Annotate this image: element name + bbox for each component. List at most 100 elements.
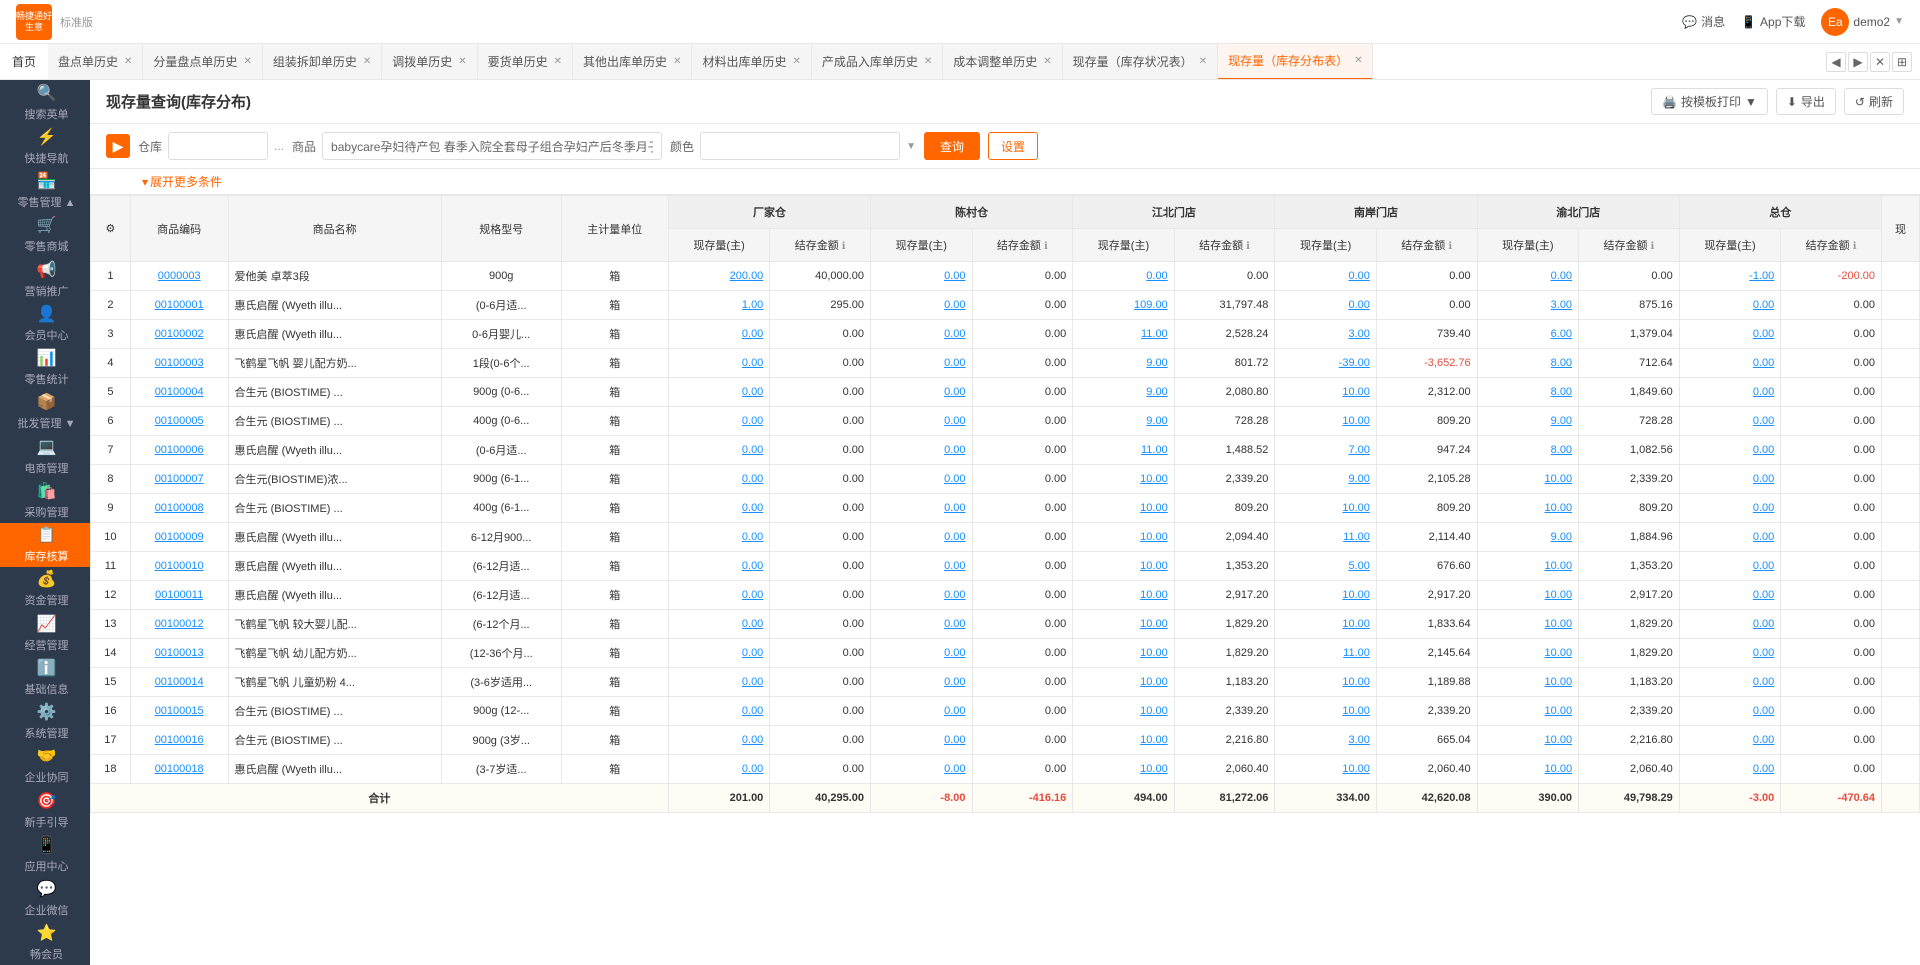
row-yb-qty[interactable]: 10.00 [1477,668,1578,697]
row-code[interactable]: 00100016 [130,726,228,755]
row-cc-qty[interactable]: 0.00 [871,378,972,407]
row-total-qty[interactable]: 0.00 [1679,407,1780,436]
tab-expand-btn[interactable]: ⊞ [1892,52,1912,72]
row-jb-qty[interactable]: 10.00 [1073,755,1174,784]
tab-close-xiancun-fen[interactable]: ✕ [1354,55,1362,66]
row-jb-qty[interactable]: 0.00 [1073,262,1174,291]
tab-pangdian[interactable]: 盘点单历史 ✕ [48,44,143,80]
row-code[interactable]: 00100013 [130,639,228,668]
row-jb-qty[interactable]: 11.00 [1073,436,1174,465]
row-jb-qty[interactable]: 9.00 [1073,378,1174,407]
row-jb-qty[interactable]: 10.00 [1073,697,1174,726]
row-cf-qty[interactable]: 0.00 [668,465,769,494]
row-cf-qty[interactable]: 0.00 [668,697,769,726]
row-yb-qty[interactable]: 8.00 [1477,378,1578,407]
sidebar-item-marketing[interactable]: 📢 营销推广 [0,257,90,301]
tab-close-chenben[interactable]: ✕ [1043,56,1051,67]
row-cc-qty[interactable]: 0.00 [871,726,972,755]
tab-close-qitachu[interactable]: ✕ [673,56,681,67]
sidebar-item-operations[interactable]: 📈 经营管理 [0,611,90,655]
row-na-qty[interactable]: 9.00 [1275,465,1376,494]
row-na-qty[interactable]: 3.00 [1275,726,1376,755]
color-input[interactable] [700,132,900,160]
row-cc-qty[interactable]: 0.00 [871,639,972,668]
row-yb-qty[interactable]: 10.00 [1477,697,1578,726]
row-cc-qty[interactable]: 0.00 [871,755,972,784]
row-yb-qty[interactable]: 9.00 [1477,407,1578,436]
row-na-qty[interactable]: 10.00 [1275,378,1376,407]
row-total-qty[interactable]: 0.00 [1679,697,1780,726]
row-cc-qty[interactable]: 0.00 [871,697,972,726]
row-cc-qty[interactable]: 0.00 [871,523,972,552]
row-cf-qty[interactable]: 0.00 [668,726,769,755]
tab-close-fenpan[interactable]: ✕ [243,56,251,67]
row-code[interactable]: 00100015 [130,697,228,726]
row-cf-qty[interactable]: 0.00 [668,494,769,523]
row-cf-qty[interactable]: 0.00 [668,610,769,639]
sidebar-item-vip[interactable]: ⭐ 畅会员 [0,921,90,965]
sidebar-item-system[interactable]: ⚙️ 系统管理 [0,700,90,744]
tab-close-pangdian[interactable]: ✕ [124,56,132,67]
sidebar-item-retail-mall[interactable]: 🛒 零售商城 [0,213,90,257]
sidebar-item-apps[interactable]: 📱 应用中心 [0,832,90,876]
row-cf-qty[interactable]: 0.00 [668,581,769,610]
messages-btn[interactable]: 💬 消息 [1682,13,1725,30]
row-total-qty[interactable]: 0.00 [1679,610,1780,639]
tab-close-diaob[interactable]: ✕ [458,56,466,67]
row-total-qty[interactable]: 0.00 [1679,465,1780,494]
row-cc-qty[interactable]: 0.00 [871,494,972,523]
row-yb-qty[interactable]: 6.00 [1477,320,1578,349]
row-yb-qty[interactable]: 10.00 [1477,726,1578,755]
row-yb-qty[interactable]: 9.00 [1477,523,1578,552]
row-code[interactable]: 0000003 [130,262,228,291]
row-code[interactable]: 00100008 [130,494,228,523]
row-jb-qty[interactable]: 10.00 [1073,639,1174,668]
tab-cailiao[interactable]: 材料出库单历史 ✕ [692,44,811,80]
row-cf-qty[interactable]: 0.00 [668,668,769,697]
cc-amt-info-icon[interactable]: ℹ [1044,241,1048,252]
sidebar-item-finance[interactable]: 💰 资金管理 [0,567,90,611]
row-cf-qty[interactable]: 0.00 [668,436,769,465]
sidebar-item-quicknav[interactable]: ⚡ 快捷导航 [0,124,90,168]
row-jb-qty[interactable]: 10.00 [1073,494,1174,523]
row-na-qty[interactable]: 10.00 [1275,407,1376,436]
row-na-qty[interactable]: 7.00 [1275,436,1376,465]
row-yb-qty[interactable]: 8.00 [1477,436,1578,465]
tab-close-chengpin[interactable]: ✕ [924,56,932,67]
row-na-qty[interactable]: 0.00 [1275,262,1376,291]
row-yb-qty[interactable]: 10.00 [1477,494,1578,523]
row-total-qty[interactable]: 0.00 [1679,726,1780,755]
tab-chengpin[interactable]: 产成品入库单历史 ✕ [812,44,943,80]
total-amt-info-icon[interactable]: ℹ [1853,241,1857,252]
row-cf-qty[interactable]: 0.00 [668,378,769,407]
row-cc-qty[interactable]: 0.00 [871,552,972,581]
row-jb-qty[interactable]: 10.00 [1073,726,1174,755]
row-yb-qty[interactable]: 10.00 [1477,755,1578,784]
refresh-btn[interactable]: ↺ 刷新 [1844,88,1904,115]
tab-xiancun-kuang[interactable]: 现存量（库存状况表） ✕ [1063,44,1218,80]
row-total-qty[interactable]: 0.00 [1679,349,1780,378]
row-jb-qty[interactable]: 10.00 [1073,610,1174,639]
row-total-qty[interactable]: 0.00 [1679,639,1780,668]
row-code[interactable]: 00100002 [130,320,228,349]
sidebar-item-members[interactable]: 👤 会员中心 [0,301,90,345]
row-cc-qty[interactable]: 0.00 [871,436,972,465]
sidebar-item-retail-mgmt[interactable]: 🏪 零售管理 ▲ [0,169,90,213]
app-download-btn[interactable]: 📱 App下载 [1741,13,1805,30]
row-cc-qty[interactable]: 0.00 [871,465,972,494]
row-jb-qty[interactable]: 10.00 [1073,668,1174,697]
row-cf-qty[interactable]: 0.00 [668,523,769,552]
row-cc-qty[interactable]: 0.00 [871,581,972,610]
row-jb-qty[interactable]: 10.00 [1073,523,1174,552]
print-btn[interactable]: 🖨️ 按模板打印 ▼ [1651,88,1768,115]
sidebar-item-wechat[interactable]: 💬 企业微信 [0,877,90,921]
row-total-qty[interactable]: 0.00 [1679,552,1780,581]
sidebar-item-ecom[interactable]: 💻 电商管理 [0,434,90,478]
tab-zuhe[interactable]: 组装拆卸单历史 ✕ [263,44,382,80]
row-jb-qty[interactable]: 9.00 [1073,349,1174,378]
row-yb-qty[interactable]: 3.00 [1477,291,1578,320]
row-cf-qty[interactable]: 0.00 [668,552,769,581]
tab-qitachu[interactable]: 其他出库单历史 ✕ [573,44,692,80]
tab-close-xiancun-kuang[interactable]: ✕ [1199,56,1207,67]
row-yb-qty[interactable]: 0.00 [1477,262,1578,291]
